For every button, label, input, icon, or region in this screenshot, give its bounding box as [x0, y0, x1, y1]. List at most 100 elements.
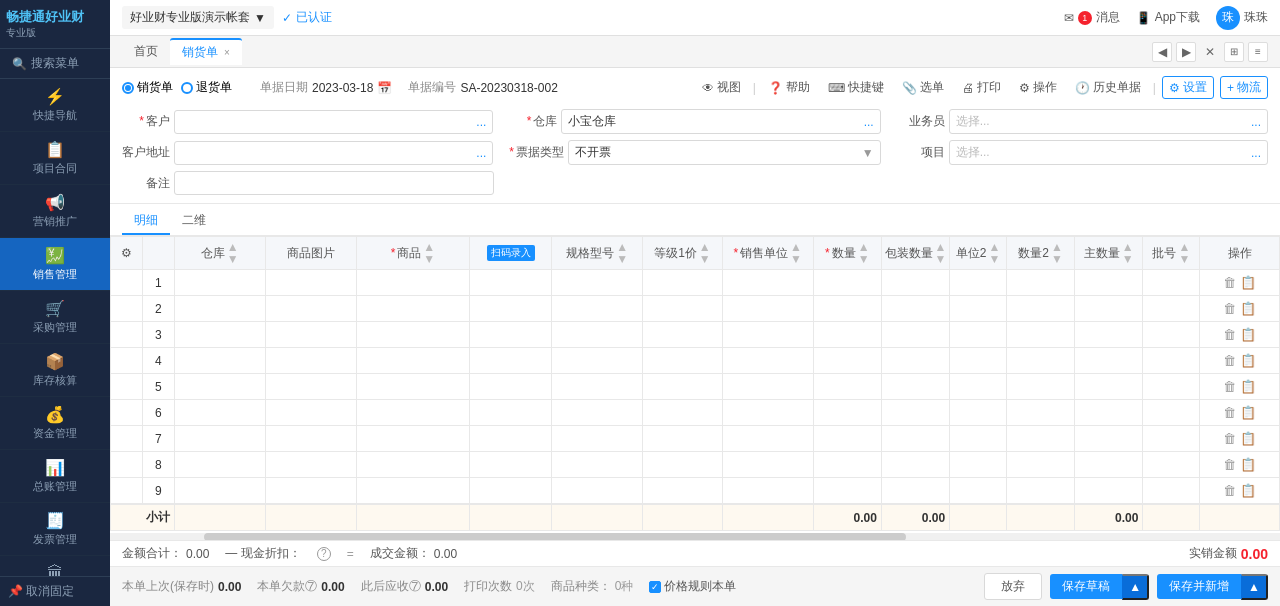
sidebar-item-invoice[interactable]: 🧾 发票管理: [0, 503, 110, 556]
row-quantity[interactable]: [813, 478, 881, 504]
row-spec[interactable]: [552, 270, 643, 296]
sidebar-item-search[interactable]: 🔍 搜索菜单: [0, 49, 110, 79]
row-qty2[interactable]: [1006, 374, 1074, 400]
row-image[interactable]: [265, 374, 356, 400]
nav-close-button[interactable]: ✕: [1200, 42, 1220, 62]
row-main-qty[interactable]: [1075, 400, 1143, 426]
row-pkg-qty[interactable]: [881, 296, 949, 322]
row-delete-icon[interactable]: 🗑: [1223, 301, 1236, 316]
price-check-item[interactable]: ✓ 价格规则本单: [649, 578, 736, 595]
row-copy-icon[interactable]: 📋: [1240, 353, 1256, 368]
row-price1[interactable]: [643, 478, 723, 504]
row-batch[interactable]: [1143, 478, 1200, 504]
customer-dots[interactable]: ...: [476, 115, 486, 129]
tab-detail[interactable]: 明细: [122, 208, 170, 235]
tab-home[interactable]: 首页: [122, 39, 170, 64]
row-main-qty[interactable]: [1075, 426, 1143, 452]
toolbar-add-material-btn[interactable]: + 物流: [1220, 76, 1268, 99]
row-delete-icon[interactable]: 🗑: [1223, 353, 1236, 368]
row-batch[interactable]: [1143, 426, 1200, 452]
th-batch[interactable]: 批号 ▲▼: [1143, 237, 1200, 270]
row-product[interactable]: [356, 348, 470, 374]
row-pkg-qty[interactable]: [881, 348, 949, 374]
row-main-qty[interactable]: [1075, 374, 1143, 400]
row-delete-icon[interactable]: 🗑: [1223, 275, 1236, 290]
row-image[interactable]: [265, 478, 356, 504]
row-copy-icon[interactable]: 📋: [1240, 431, 1256, 446]
row-main-qty[interactable]: [1075, 478, 1143, 504]
row-delete-icon[interactable]: 🗑: [1223, 483, 1236, 498]
row-quantity[interactable]: [813, 322, 881, 348]
th-unit2[interactable]: 单位2 ▲▼: [950, 237, 1007, 270]
nav-grid-button[interactable]: ⊞: [1224, 42, 1244, 62]
row-copy-icon[interactable]: 📋: [1240, 301, 1256, 316]
row-warehouse[interactable]: [174, 374, 265, 400]
save-new-dropdown[interactable]: ▲: [1241, 574, 1268, 600]
row-pkg-qty[interactable]: [881, 374, 949, 400]
row-product[interactable]: [356, 426, 470, 452]
nav-prev-button[interactable]: ◀: [1152, 42, 1172, 62]
toolbar-print-btn[interactable]: 🖨 打印: [956, 77, 1007, 98]
row-pkg-qty[interactable]: [881, 270, 949, 296]
row-unit2[interactable]: [950, 426, 1007, 452]
toolbar-select-btn[interactable]: 📎 选单: [896, 77, 950, 98]
row-barcode[interactable]: [470, 452, 552, 478]
row-quantity[interactable]: [813, 296, 881, 322]
row-qty2[interactable]: [1006, 322, 1074, 348]
row-unit2[interactable]: [950, 400, 1007, 426]
row-qty2[interactable]: [1006, 270, 1074, 296]
row-barcode[interactable]: [470, 374, 552, 400]
row-warehouse[interactable]: [174, 296, 265, 322]
app-download-button[interactable]: 📱 App下载: [1136, 9, 1200, 26]
row-quantity[interactable]: [813, 426, 881, 452]
row-price1[interactable]: [643, 452, 723, 478]
radio-return-order[interactable]: 退货单: [181, 79, 232, 96]
row-spec[interactable]: [552, 296, 643, 322]
row-qty2[interactable]: [1006, 478, 1074, 504]
th-spec[interactable]: 规格型号 ▲▼: [552, 237, 643, 270]
row-unit2[interactable]: [950, 322, 1007, 348]
warehouse-input[interactable]: 小宝仓库 ...: [561, 109, 880, 134]
row-product[interactable]: [356, 452, 470, 478]
toolbar-setup-btn[interactable]: ⚙ 设置: [1162, 76, 1214, 99]
row-spec[interactable]: [552, 348, 643, 374]
staff-input[interactable]: 选择... ...: [949, 109, 1268, 134]
row-quantity[interactable]: [813, 270, 881, 296]
row-batch[interactable]: [1143, 296, 1200, 322]
row-barcode[interactable]: [470, 322, 552, 348]
th-quantity[interactable]: * 数量 ▲▼: [813, 237, 881, 270]
row-warehouse[interactable]: [174, 452, 265, 478]
row-copy-icon[interactable]: 📋: [1240, 379, 1256, 394]
row-barcode[interactable]: [470, 296, 552, 322]
toolbar-help-btn[interactable]: ❓ 帮助: [762, 77, 816, 98]
th-barcode[interactable]: 扫码录入: [470, 237, 552, 270]
row-delete-icon[interactable]: 🗑: [1223, 327, 1236, 342]
scroll-thumb[interactable]: [204, 533, 906, 540]
row-qty2[interactable]: [1006, 296, 1074, 322]
row-copy-icon[interactable]: 📋: [1240, 275, 1256, 290]
warehouse-dots[interactable]: ...: [864, 115, 874, 129]
row-unit2[interactable]: [950, 452, 1007, 478]
row-barcode[interactable]: [470, 270, 552, 296]
row-pkg-qty[interactable]: [881, 322, 949, 348]
row-sales-unit[interactable]: [722, 322, 813, 348]
row-qty2[interactable]: [1006, 348, 1074, 374]
staff-dots[interactable]: ...: [1251, 115, 1261, 129]
row-price1[interactable]: [643, 374, 723, 400]
row-pkg-qty[interactable]: [881, 478, 949, 504]
toolbar-operation-btn[interactable]: ⚙ 操作: [1013, 77, 1063, 98]
sidebar-item-sales[interactable]: 💹 销售管理: [0, 238, 110, 291]
message-button[interactable]: ✉ 1 消息: [1064, 9, 1120, 26]
row-batch[interactable]: [1143, 400, 1200, 426]
row-spec[interactable]: [552, 374, 643, 400]
nav-next-button[interactable]: ▶: [1176, 42, 1196, 62]
nav-list-button[interactable]: ≡: [1248, 42, 1268, 62]
row-quantity[interactable]: [813, 452, 881, 478]
row-batch[interactable]: [1143, 270, 1200, 296]
row-qty2[interactable]: [1006, 426, 1074, 452]
tab-sales-order[interactable]: 销货单 ×: [170, 38, 242, 65]
row-quantity[interactable]: [813, 348, 881, 374]
row-barcode[interactable]: [470, 426, 552, 452]
row-warehouse[interactable]: [174, 478, 265, 504]
calendar-icon[interactable]: 📅: [377, 81, 392, 95]
